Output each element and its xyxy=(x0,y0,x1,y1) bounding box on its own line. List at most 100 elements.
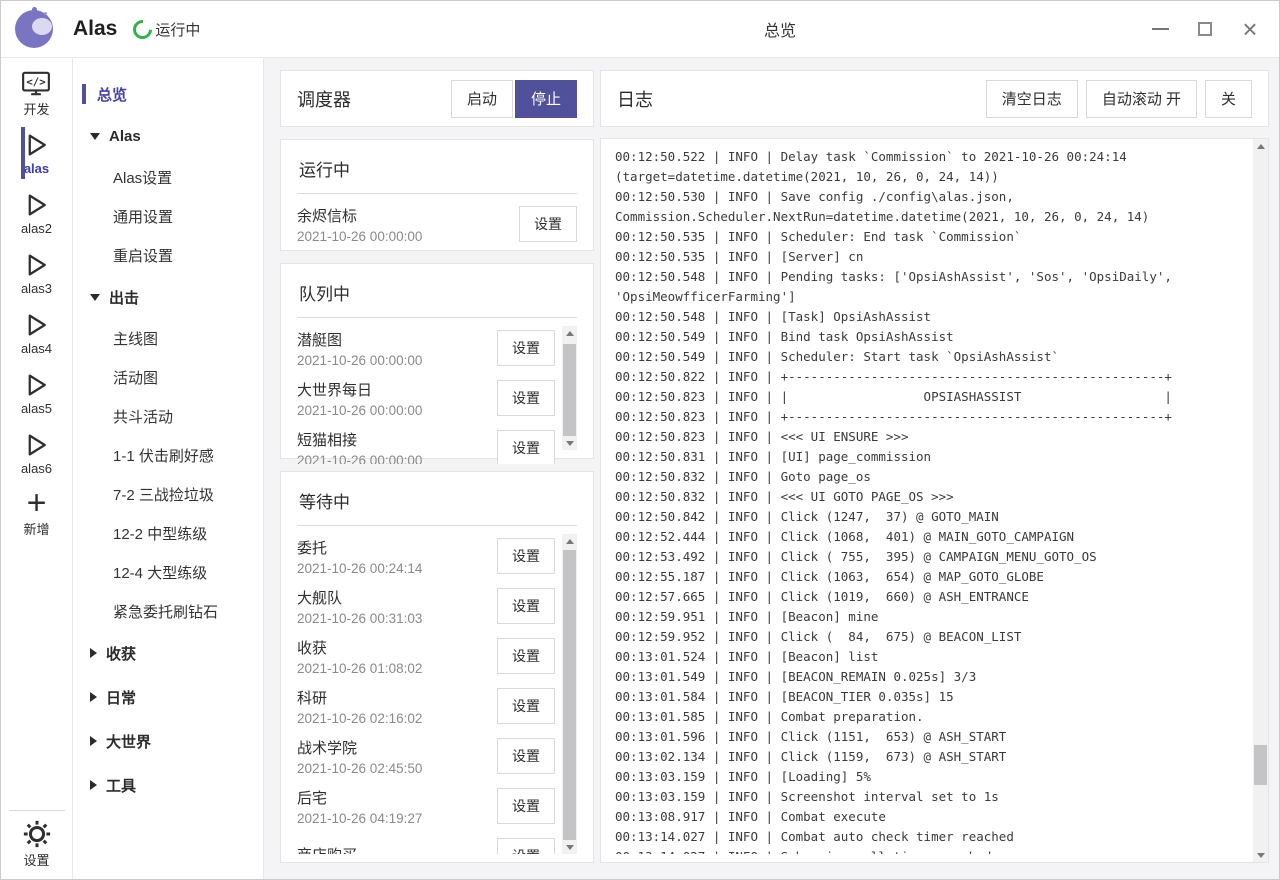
rail-item-alas2[interactable]: alas2 xyxy=(21,184,52,242)
menu-item-1-1 伏击刷好感[interactable]: 1-1 伏击刷好感 xyxy=(73,436,263,475)
task-setting-button[interactable]: 设置 xyxy=(497,588,555,624)
rail-item-alas4[interactable]: alas4 xyxy=(21,304,52,362)
run-status: 运行中 xyxy=(133,19,200,40)
menu-group-出击[interactable]: 出击 xyxy=(73,275,263,319)
stop-button[interactable]: 停止 xyxy=(515,80,577,118)
task-row: 委托 2021-10-26 00:24:14 设置 xyxy=(297,534,555,578)
menu-item-通用设置[interactable]: 通用设置 xyxy=(73,197,263,236)
log-line: 00:12:50.530 | INFO | Save config ./conf… xyxy=(615,187,1238,207)
menu-group-日常[interactable]: 日常 xyxy=(73,675,263,719)
scrollbar-thumb[interactable] xyxy=(563,550,576,840)
task-setting-button[interactable]: 设置 xyxy=(497,738,555,774)
task-time: 2021-10-26 00:24:14 xyxy=(297,561,422,576)
task-setting-button[interactable]: 设置 xyxy=(497,688,555,724)
rail-item-settings[interactable]: 设置 xyxy=(1,815,72,873)
task-name: 委托 xyxy=(297,537,422,558)
task-setting-button[interactable]: 设置 xyxy=(497,330,555,366)
task-name: 余烬信标 xyxy=(297,205,422,226)
task-name: 科研 xyxy=(297,687,422,708)
rail-item-alas5[interactable]: alas5 xyxy=(21,364,52,422)
log-line: 00:12:50.549 | INFO | Scheduler: Start t… xyxy=(615,347,1238,367)
titlebar: Alas 运行中 总览 × xyxy=(1,1,1279,58)
waiting-panel: 等待中 委托 2021-10-26 00:24:14 设置 大舰队 2021-1… xyxy=(280,471,594,863)
autoscroll-off-button[interactable]: 关 xyxy=(1205,80,1252,118)
task-setting-button[interactable]: 设置 xyxy=(497,538,555,574)
log-line: 00:12:50.832 | INFO | Goto page_os xyxy=(615,467,1238,487)
log-title: 日志 xyxy=(617,86,653,112)
task-row: 收获 2021-10-26 01:08:02 设置 xyxy=(297,634,555,678)
task-setting-button[interactable]: 设置 xyxy=(497,838,555,854)
menu-group-Alas[interactable]: Alas xyxy=(73,114,263,158)
log-line: 00:12:50.831 | INFO | [UI] page_commissi… xyxy=(615,447,1238,467)
page-title: 总览 xyxy=(764,17,796,41)
start-button[interactable]: 启动 xyxy=(451,80,513,118)
rail-item-开发[interactable]: </> 开发 xyxy=(21,64,52,122)
log-header-panel: 日志 清空日志 自动滚动 开 关 xyxy=(600,70,1269,127)
menu-item-overview[interactable]: 总览 xyxy=(73,74,263,114)
scroll-up-icon[interactable] xyxy=(1253,139,1268,153)
task-setting-button[interactable]: 设置 xyxy=(497,380,555,416)
task-time: 2021-10-26 00:31:03 xyxy=(297,611,422,626)
menu-item-主线图[interactable]: 主线图 xyxy=(73,319,263,358)
scroll-down-icon[interactable] xyxy=(562,436,577,450)
task-time: 2021-10-26 00:00:00 xyxy=(297,453,422,465)
menu-item-活动图[interactable]: 活动图 xyxy=(73,358,263,397)
menu-group-大世界[interactable]: 大世界 xyxy=(73,719,263,763)
rail-item-alas[interactable]: alas xyxy=(21,124,52,182)
chevron-down-icon xyxy=(90,133,100,140)
menu-item-7-2 三战捡垃圾[interactable]: 7-2 三战捡垃圾 xyxy=(73,475,263,514)
rail-item-alas3[interactable]: alas3 xyxy=(21,244,52,302)
log-line: 00:12:50.842 | INFO | Click (1247, 37) @… xyxy=(615,507,1238,527)
log-line: 00:12:50.522 | INFO | Delay task `Commis… xyxy=(615,147,1238,167)
rail-item-新增[interactable]: + 新增 xyxy=(21,484,52,542)
menu-group: 收获 xyxy=(73,631,263,675)
task-name: 商店购买 xyxy=(297,844,357,854)
task-setting-button[interactable]: 设置 xyxy=(497,430,555,464)
scroll-up-icon[interactable] xyxy=(562,326,577,340)
menu-group: 出击 主线图活动图共斗活动1-1 伏击刷好感7-2 三战捡垃圾12-2 中型练级… xyxy=(73,275,263,631)
log-line: 00:12:50.823 | INFO | +-----------------… xyxy=(615,407,1238,427)
task-time: 2021-10-26 00:00:00 xyxy=(297,353,422,368)
menu-group-label: 工具 xyxy=(106,775,136,796)
log-scrollbar xyxy=(1253,139,1268,862)
sidebar-menu: 总览 Alas Alas设置通用设置重启设置 出击 主线图活动图共斗活动1-1 … xyxy=(73,58,264,879)
svg-text:</>: </> xyxy=(27,75,46,88)
menu-item-Alas设置[interactable]: Alas设置 xyxy=(73,158,263,197)
close-button[interactable]: × xyxy=(1241,20,1259,38)
menu-item-紧急委托刷钻石[interactable]: 紧急委托刷钻石 xyxy=(73,592,263,631)
scroll-down-icon[interactable] xyxy=(1253,848,1268,862)
task-setting-button[interactable]: 设置 xyxy=(497,788,555,824)
task-name: 战术学院 xyxy=(297,737,422,758)
menu-item-label: 总览 xyxy=(97,84,127,105)
play-icon xyxy=(21,250,51,280)
rail-item-label: alas6 xyxy=(21,461,52,476)
task-time: 2021-10-26 02:16:02 xyxy=(297,711,422,726)
clear-log-button[interactable]: 清空日志 xyxy=(986,80,1078,118)
chevron-right-icon xyxy=(90,648,97,658)
rail-item-label: alas4 xyxy=(21,341,52,356)
menu-group-收获[interactable]: 收获 xyxy=(73,631,263,675)
scroll-down-icon[interactable] xyxy=(562,840,577,854)
log-line: (target=datetime.datetime(2021, 10, 26, … xyxy=(615,167,1238,187)
menu-group-label: 出击 xyxy=(109,287,139,308)
scroll-up-icon[interactable] xyxy=(562,534,577,548)
rail-item-alas6[interactable]: alas6 xyxy=(21,424,52,482)
menu-item-12-2 中型练级[interactable]: 12-2 中型练级 xyxy=(73,514,263,553)
rail-item-label: alas5 xyxy=(21,401,52,416)
chevron-right-icon xyxy=(90,780,97,790)
task-setting-button[interactable]: 设置 xyxy=(519,206,577,242)
task-row: 短猫相接 2021-10-26 00:00:00 设置 xyxy=(297,426,555,464)
play-icon xyxy=(21,430,51,460)
menu-item-重启设置[interactable]: 重启设置 xyxy=(73,236,263,275)
minimize-button[interactable] xyxy=(1151,20,1169,38)
menu-item-共斗活动[interactable]: 共斗活动 xyxy=(73,397,263,436)
maximize-button[interactable] xyxy=(1196,20,1214,38)
menu-group-label: 日常 xyxy=(106,687,136,708)
menu-item-12-4 大型练级[interactable]: 12-4 大型练级 xyxy=(73,553,263,592)
scrollbar-thumb[interactable] xyxy=(1254,745,1267,785)
scrollbar-thumb[interactable] xyxy=(563,344,576,436)
autoscroll-on-button[interactable]: 自动滚动 开 xyxy=(1086,80,1197,118)
menu-group-工具[interactable]: 工具 xyxy=(73,763,263,807)
task-setting-button[interactable]: 设置 xyxy=(497,638,555,674)
log-line: 00:12:50.822 | INFO | +-----------------… xyxy=(615,367,1238,387)
